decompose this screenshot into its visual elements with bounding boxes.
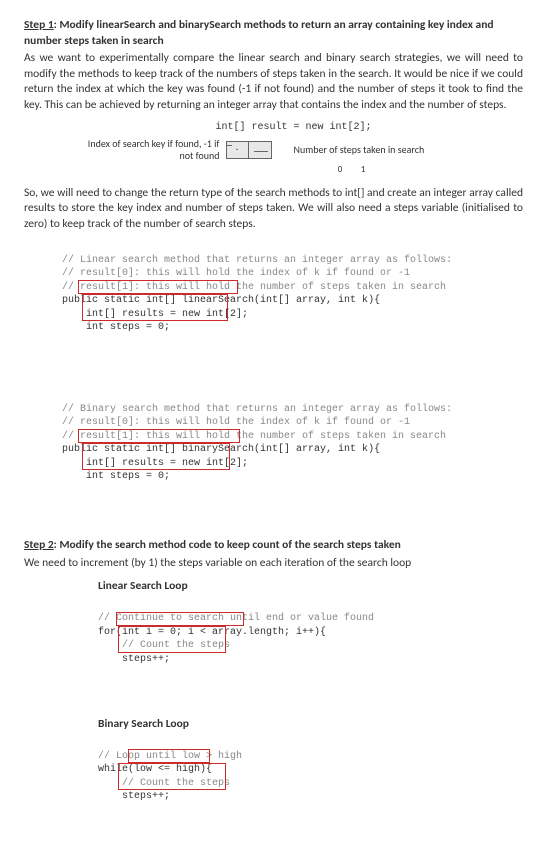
step2-heading: Step 2: Modify the search method code to… (24, 538, 523, 554)
code-binary-l1a: pub (62, 444, 80, 455)
code-binary-c1: // Binary search method that returns an … (62, 404, 452, 415)
step1-heading: Step 1: Modify linearSearch and binarySe… (24, 18, 523, 49)
step2-title: : Modify the search method code to keep … (54, 538, 401, 552)
diagram-left-caption: Index of search key if found, -1 if not … (76, 138, 226, 162)
loop-linear-wrap: // Continue to search until end or value… (98, 599, 523, 707)
step2-paragraph: We need to increment (by 1) the steps va… (24, 556, 523, 572)
code-linear-wrap: // Linear search method that returns an … (62, 240, 523, 375)
loop-binary-l2: steps++; (98, 791, 170, 802)
array-diagram: int[] result = new int[2]; Index of sear… (24, 121, 523, 176)
step2-label: Step 2 (24, 538, 54, 552)
code-binary-l1b: lic static int[] binarySearch(int[] arra… (80, 444, 380, 455)
code-binary-c2: // result[0]: this will hold the index o… (62, 417, 410, 428)
loop-linear-c1: // Continue to search until end or value… (98, 613, 374, 624)
code-linear-c1: // Linear search method that returns an … (62, 255, 452, 266)
code-binary-l3: int steps = 0; (62, 471, 170, 482)
code-linear-c2: // result[0]: this will hold the index o… (62, 268, 410, 279)
diagram-declaration: int[] result = new int[2]; (215, 121, 371, 135)
diagram-idx-1: 1 (352, 164, 375, 176)
loop-binary-c1: // Loop until low > high (98, 751, 242, 762)
loop-binary: // Loop until low > high while(low <= hi… (98, 736, 523, 844)
binary-loop-heading: Binary Search Loop (98, 717, 523, 733)
para2: So, we will need to change the return ty… (24, 186, 523, 233)
loop-binary-wrap: // Loop until low > high while(low <= hi… (98, 736, 523, 844)
diagram-idx-0: 0 (329, 164, 352, 176)
code-linear-l2: int[] results = new int[2]; (62, 309, 248, 320)
loop-binary-c2: // Count the steps (98, 778, 230, 789)
code-binary: // Binary search method that returns an … (62, 389, 523, 524)
loop-linear: // Continue to search until end or value… (98, 599, 523, 707)
linear-loop-heading: Linear Search Loop (98, 579, 523, 595)
code-linear: // Linear search method that returns an … (62, 240, 523, 375)
step1-paragraph: As we want to experimentally compare the… (24, 51, 523, 113)
code-linear-l1a: pub (62, 295, 80, 306)
diagram-right-caption: Number of steps taken in search (272, 144, 472, 156)
code-binary-l2: int[] results = new int[2]; (62, 458, 248, 469)
diagram-indices: 0 1 (329, 164, 375, 176)
diagram-boxes: · (226, 141, 272, 159)
code-linear-l3: int steps = 0; (62, 322, 170, 333)
loop-linear-l1: for(int i = 0; i < array.length; i++){ (98, 627, 326, 638)
step1-label: Step 1 (24, 18, 54, 32)
code-binary-wrap: // Binary search method that returns an … (62, 389, 523, 524)
code-linear-l1b: lic static int[] linearSearch(int[] arra… (80, 295, 380, 306)
diagram-row: Index of search key if found, -1 if not … (76, 138, 472, 162)
loop-linear-l2: steps++; (98, 654, 170, 665)
step1-title: : Modify linearSearch and binarySearch m… (24, 18, 494, 48)
code-linear-c3: // result[1]: this will hold the number … (62, 282, 446, 293)
code-binary-c3: // result[1]: this will hold the number … (62, 431, 446, 442)
loop-binary-l1: while(low <= high){ (98, 764, 212, 775)
diagram-box-1 (249, 142, 271, 158)
loop-linear-c2: // Count the steps (98, 640, 230, 651)
